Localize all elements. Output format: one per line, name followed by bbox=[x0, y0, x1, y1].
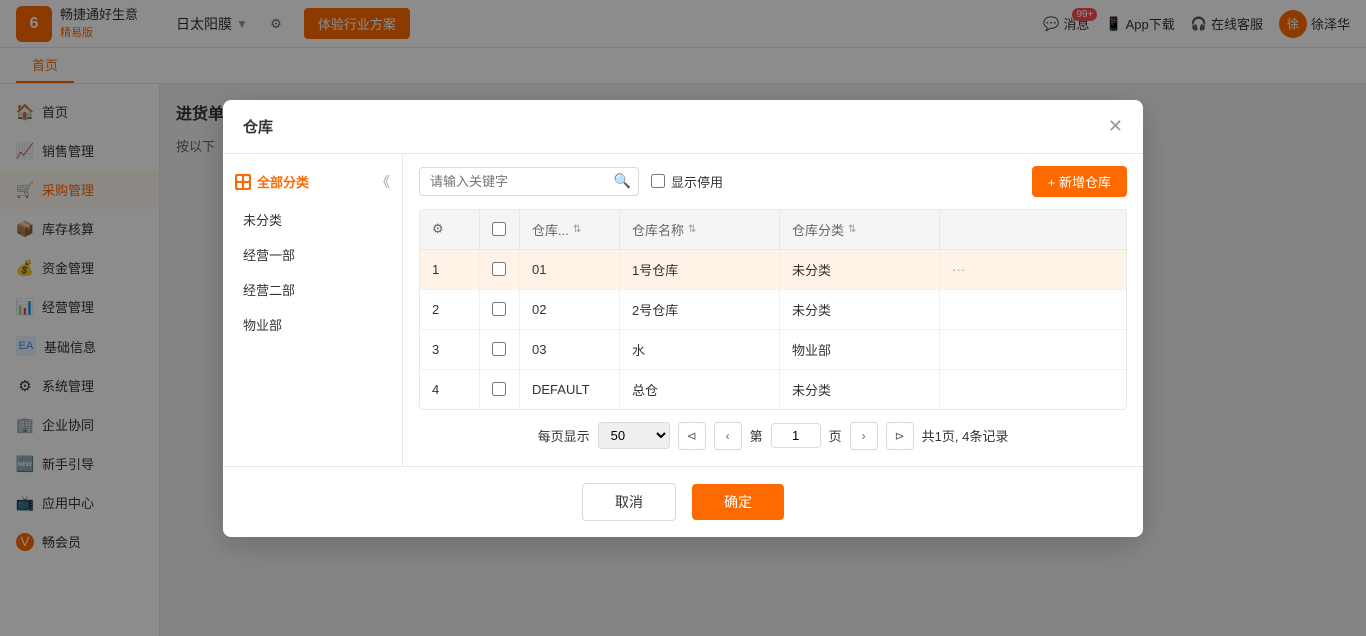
page-suffix: 页 bbox=[829, 426, 842, 445]
category-item-ops1[interactable]: 经营一部 bbox=[223, 237, 402, 272]
row1-category: 未分类 bbox=[780, 250, 940, 289]
search-bar: 🔍 显示停用 + 新增仓库 bbox=[419, 166, 1127, 197]
col-settings: ⚙ bbox=[420, 210, 480, 249]
search-input-wrap: 🔍 bbox=[419, 167, 639, 196]
search-input[interactable] bbox=[419, 167, 639, 196]
page-input[interactable] bbox=[771, 423, 821, 448]
table-row[interactable]: 3 03 水 物业部 bbox=[420, 330, 1126, 370]
warehouse-table: ⚙ 仓库... ⇅ 仓库名称 ⇅ bbox=[419, 209, 1127, 410]
col-checkbox bbox=[480, 210, 520, 249]
row1-code: 01 bbox=[520, 250, 620, 289]
name-sort-icon[interactable]: ⇅ bbox=[688, 224, 696, 235]
first-page-btn[interactable]: ⊲ bbox=[678, 422, 706, 450]
modal-right-panel: 🔍 显示停用 + 新增仓库 ⚙ bbox=[403, 154, 1143, 466]
row2-actions bbox=[940, 290, 1126, 329]
all-category-label: 全部分类 bbox=[257, 172, 309, 191]
modal-close-button[interactable]: ✕ bbox=[1108, 117, 1123, 135]
row2-code: 02 bbox=[520, 290, 620, 329]
col-extra bbox=[940, 210, 1126, 249]
modal-overlay[interactable]: 仓库 ✕ 全部分类 《 未分类 经营一部 经营二部 物业部 bbox=[0, 0, 1366, 636]
code-sort-icon[interactable]: ⇅ bbox=[573, 224, 581, 235]
table-row[interactable]: 2 02 2号仓库 未分类 bbox=[420, 290, 1126, 330]
category-sort-icon[interactable]: ⇅ bbox=[848, 224, 856, 235]
settings-col-icon: ⚙ bbox=[432, 221, 444, 237]
cancel-button[interactable]: 取消 bbox=[582, 483, 676, 521]
total-label: 共1页, 4条记录 bbox=[922, 426, 1009, 445]
row4-category: 未分类 bbox=[780, 370, 940, 409]
row3-code: 03 bbox=[520, 330, 620, 369]
row3-category: 物业部 bbox=[780, 330, 940, 369]
page-label: 第 bbox=[750, 426, 763, 445]
row1-checkbox bbox=[480, 250, 520, 289]
add-warehouse-button[interactable]: + 新增仓库 bbox=[1032, 166, 1127, 197]
per-page-select[interactable]: 50 20 100 bbox=[598, 422, 670, 449]
table-row[interactable]: 4 DEFAULT 总仓 未分类 bbox=[420, 370, 1126, 409]
row1-select[interactable] bbox=[492, 262, 506, 276]
col-name: 仓库名称 ⇅ bbox=[620, 210, 780, 249]
row4-checkbox bbox=[480, 370, 520, 409]
collapse-icon[interactable]: 《 bbox=[376, 172, 390, 192]
grid-icon bbox=[235, 174, 251, 190]
col-category: 仓库分类 ⇅ bbox=[780, 210, 940, 249]
category-col-label: 仓库分类 bbox=[792, 220, 844, 239]
row4-name: 总仓 bbox=[620, 370, 780, 409]
row2-checkbox bbox=[480, 290, 520, 329]
row3-actions bbox=[940, 330, 1126, 369]
row1-more-icon[interactable]: ··· bbox=[952, 262, 965, 277]
row3-num: 3 bbox=[420, 330, 480, 369]
row2-num: 2 bbox=[420, 290, 480, 329]
confirm-button[interactable]: 确定 bbox=[692, 484, 784, 520]
next-page-btn[interactable]: › bbox=[850, 422, 878, 450]
row4-num: 4 bbox=[420, 370, 480, 409]
per-page-label: 每页显示 bbox=[538, 426, 590, 445]
category-item-uncat[interactable]: 未分类 bbox=[223, 202, 402, 237]
category-item-property[interactable]: 物业部 bbox=[223, 307, 402, 342]
row4-select[interactable] bbox=[492, 382, 506, 396]
modal-header: 仓库 ✕ bbox=[223, 100, 1143, 154]
modal-footer: 取消 确定 bbox=[223, 466, 1143, 537]
row1-actions: ··· bbox=[940, 250, 1126, 289]
prev-page-btn[interactable]: ‹ bbox=[714, 422, 742, 450]
show-disabled-text: 显示停用 bbox=[671, 172, 723, 191]
row4-actions bbox=[940, 370, 1126, 409]
warehouse-modal: 仓库 ✕ 全部分类 《 未分类 经营一部 经营二部 物业部 bbox=[223, 100, 1143, 537]
row4-code: DEFAULT bbox=[520, 370, 620, 409]
row3-select[interactable] bbox=[492, 342, 506, 356]
name-col-label: 仓库名称 bbox=[632, 220, 684, 239]
show-disabled-label[interactable]: 显示停用 bbox=[651, 172, 723, 191]
row1-num: 1 bbox=[420, 250, 480, 289]
category-sidebar: 全部分类 《 未分类 经营一部 经营二部 物业部 bbox=[223, 154, 403, 466]
row3-name: 水 bbox=[620, 330, 780, 369]
row2-name: 2号仓库 bbox=[620, 290, 780, 329]
search-icon[interactable]: 🔍 bbox=[614, 173, 631, 190]
row3-checkbox bbox=[480, 330, 520, 369]
show-disabled-checkbox[interactable] bbox=[651, 174, 665, 188]
all-category-btn[interactable]: 全部分类 bbox=[235, 172, 309, 191]
modal-title: 仓库 bbox=[243, 116, 273, 137]
row2-select[interactable] bbox=[492, 302, 506, 316]
table-header: ⚙ 仓库... ⇅ 仓库名称 ⇅ bbox=[420, 210, 1126, 250]
col-code: 仓库... ⇅ bbox=[520, 210, 620, 249]
row2-category: 未分类 bbox=[780, 290, 940, 329]
row1-name: 1号仓库 bbox=[620, 250, 780, 289]
category-header: 全部分类 《 bbox=[223, 166, 402, 202]
select-all-checkbox[interactable] bbox=[492, 222, 506, 236]
code-col-label: 仓库... bbox=[532, 220, 569, 239]
table-row[interactable]: 1 01 1号仓库 未分类 ··· bbox=[420, 250, 1126, 290]
last-page-btn[interactable]: ⊳ bbox=[886, 422, 914, 450]
pagination-bar: 每页显示 50 20 100 ⊲ ‹ 第 页 › ⊳ 共1页, 4条记录 bbox=[419, 410, 1127, 454]
category-item-ops2[interactable]: 经营二部 bbox=[223, 272, 402, 307]
modal-body: 全部分类 《 未分类 经营一部 经营二部 物业部 🔍 bbox=[223, 154, 1143, 466]
